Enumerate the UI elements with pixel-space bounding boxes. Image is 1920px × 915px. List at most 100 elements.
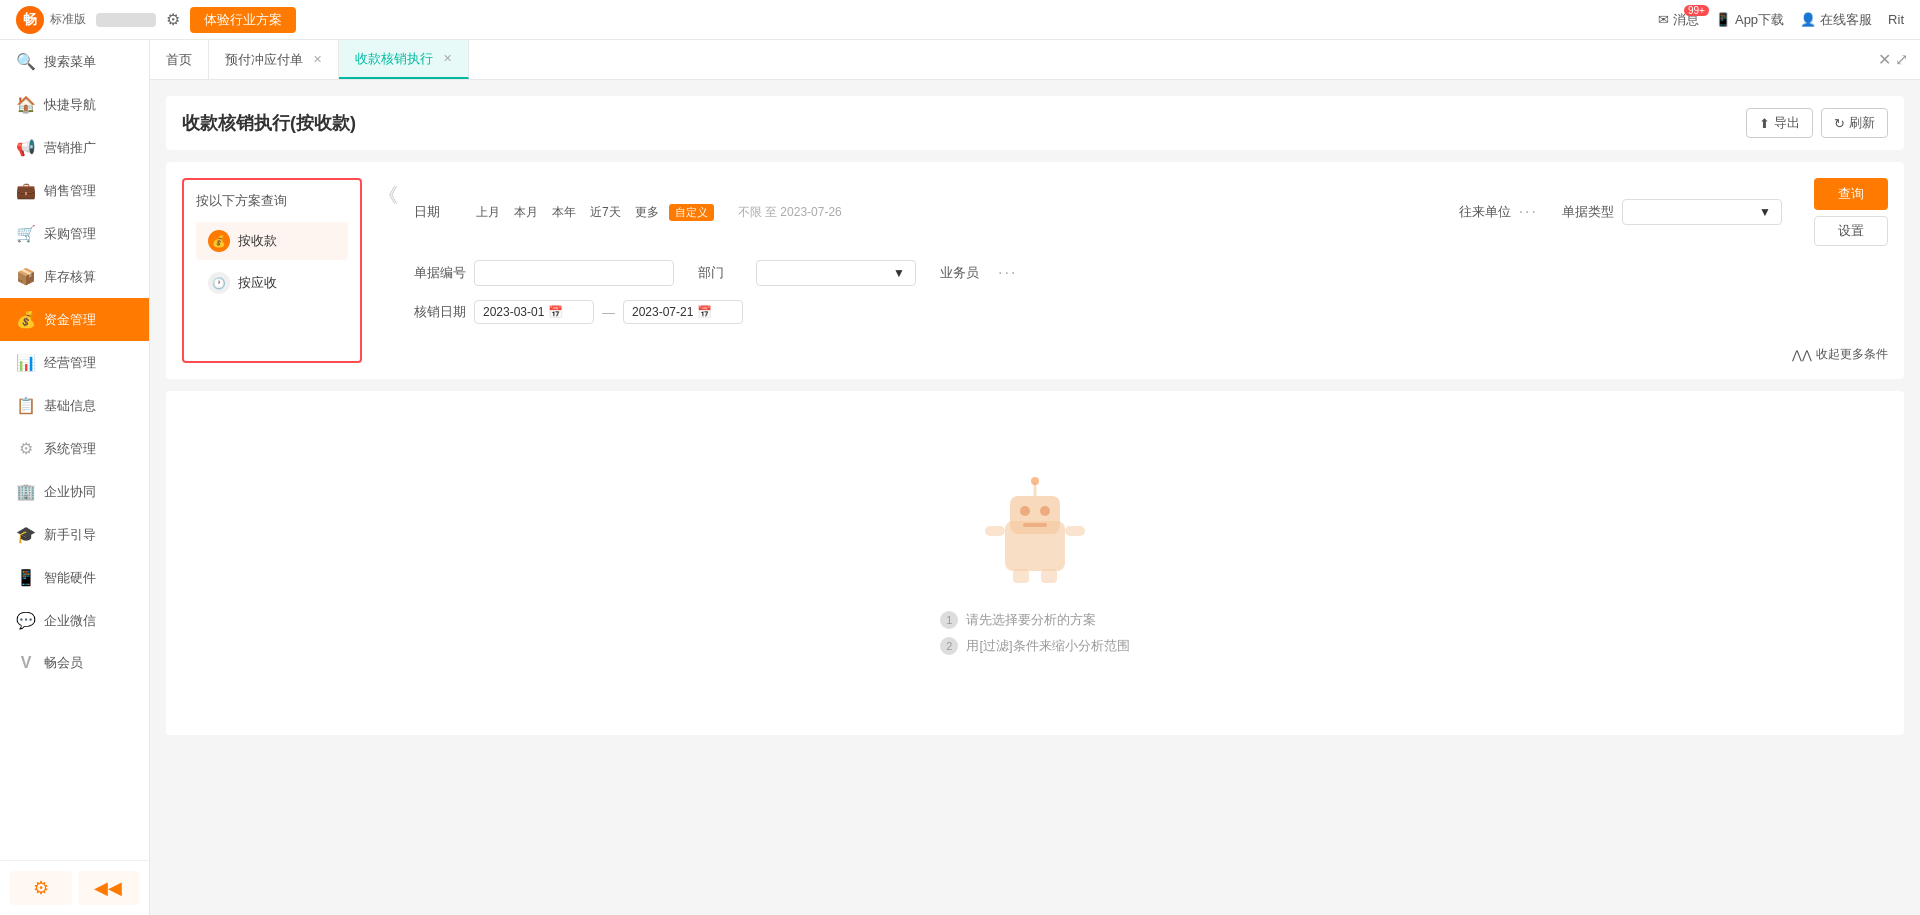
logo-icon: 畅 <box>16 6 44 34</box>
industry-solution-button[interactable]: 体验行业方案 <box>190 7 296 33</box>
online-service-icon: 👤 <box>1800 12 1816 27</box>
wechat-icon: 💬 <box>16 611 36 630</box>
sidebar-item-basic[interactable]: 📋 基础信息 <box>0 384 149 427</box>
settings-bottom-button[interactable]: ⚙ <box>10 871 72 905</box>
calendar-end-icon: 📅 <box>697 305 712 319</box>
date-no-limit-text: 不限 至 2023-07-26 <box>738 204 842 221</box>
online-service-label: 在线客服 <box>1820 11 1872 29</box>
filter-verify-date: 核销日期 2023-03-01 📅 — 2023-07-21 📅 <box>414 300 743 324</box>
message-button[interactable]: ✉ 消息 99+ <box>1658 11 1699 29</box>
sidebar-item-label: 资金管理 <box>44 311 96 329</box>
svg-point-3 <box>1040 506 1050 516</box>
sidebar-item-operation[interactable]: 📊 经营管理 <box>0 341 149 384</box>
filter-row-3: 核销日期 2023-03-01 📅 — 2023-07-21 📅 <box>414 300 1888 324</box>
refresh-icon: ↻ <box>1834 116 1845 131</box>
tab-receipt-close[interactable]: ✕ <box>443 52 452 65</box>
dept-select[interactable]: ▼ <box>756 260 916 286</box>
sidebar-item-label: 快捷导航 <box>44 96 96 114</box>
filter-row-2: 单据编号 部门 ▼ 业务员 ··· <box>414 260 1888 286</box>
expand-button[interactable]: ⤢ <box>1895 50 1908 69</box>
receivable-option-label: 按应收 <box>238 274 277 292</box>
doc-number-label: 单据编号 <box>414 264 466 282</box>
query-button[interactable]: 查询 <box>1814 178 1888 210</box>
svg-rect-1 <box>1010 496 1060 534</box>
close-tab-button[interactable]: ✕ <box>1878 50 1891 69</box>
sidebar-item-quicknav[interactable]: 🏠 快捷导航 <box>0 83 149 126</box>
empty-robot-icon <box>975 471 1095 591</box>
hardware-icon: 📱 <box>16 568 36 587</box>
svg-point-2 <box>1020 506 1030 516</box>
sidebar-item-inventory[interactable]: 📦 库存核算 <box>0 255 149 298</box>
collapse-sidebar-button[interactable]: ◀◀ <box>78 871 140 905</box>
date-btn-this-month[interactable]: 本月 <box>510 202 542 223</box>
salesperson-label: 业务员 <box>940 264 990 282</box>
top-bar: 畅 标准版 ⚙ 体验行业方案 ✉ 消息 99+ 📱 App下载 👤 在线客服 R… <box>0 0 1920 40</box>
date-btn-this-year[interactable]: 本年 <box>548 202 580 223</box>
verify-date-start-input[interactable]: 2023-03-01 📅 <box>474 300 594 324</box>
tab-actions: ✕ ⤢ <box>1866 50 1920 69</box>
counterpart-input[interactable]: ··· <box>1519 203 1538 221</box>
marketing-icon: 📢 <box>16 138 36 157</box>
collapse-panel-button[interactable]: 《 <box>378 182 398 209</box>
svg-rect-5 <box>985 526 1005 536</box>
sidebar-item-search[interactable]: 🔍 搜索菜单 <box>0 40 149 83</box>
filter-no-limit: 不限 至 2023-07-26 <box>738 204 842 221</box>
dept-label: 部门 <box>698 264 748 282</box>
app-download-label: App下载 <box>1735 11 1784 29</box>
top-bar-right: ✉ 消息 99+ 📱 App下载 👤 在线客服 Rit <box>1658 11 1904 29</box>
page-header: 收款核销执行(按收款) ⬆ 导出 ↻ 刷新 <box>166 96 1904 150</box>
sidebar-item-corp[interactable]: 🏢 企业协同 <box>0 470 149 513</box>
empty-hint-2: 2 用[过滤]条件来缩小分析范围 <box>940 637 1129 655</box>
verify-date-end-value: 2023-07-21 <box>632 305 693 319</box>
sidebar-item-label: 系统管理 <box>44 440 96 458</box>
query-scheme-sidebar: 按以下方案查询 💰 按收款 🕐 按应收 <box>182 178 362 363</box>
verify-date-label: 核销日期 <box>414 303 466 321</box>
tab-receipt[interactable]: 收款核销执行 ✕ <box>339 40 469 79</box>
sidebar-item-hardware[interactable]: 📱 智能硬件 <box>0 556 149 599</box>
gear-button[interactable]: ⚙ <box>166 10 180 29</box>
online-service-button[interactable]: 👤 在线客服 <box>1800 11 1872 29</box>
sidebar-item-label: 营销推广 <box>44 139 96 157</box>
sidebar-item-system[interactable]: ⚙ 系统管理 <box>0 427 149 470</box>
export-button[interactable]: ⬆ 导出 <box>1746 108 1813 138</box>
app-logo: 畅 标准版 <box>16 6 86 34</box>
sidebar-item-label: 搜索菜单 <box>44 53 96 71</box>
sidebar-item-wechat[interactable]: 💬 企业微信 <box>0 599 149 642</box>
sidebar-item-label: 基础信息 <box>44 397 96 415</box>
date-custom-badge[interactable]: 自定义 <box>669 204 714 221</box>
tab-prepay-close[interactable]: ✕ <box>313 53 322 66</box>
verify-date-end-input[interactable]: 2023-07-21 📅 <box>623 300 743 324</box>
receipt-option-icon: 💰 <box>208 230 230 252</box>
query-option-by-receipt[interactable]: 💰 按收款 <box>196 222 348 260</box>
svg-rect-4 <box>1023 523 1047 527</box>
sidebar-item-finance[interactable]: 💰 资金管理 <box>0 298 149 341</box>
svg-rect-6 <box>1065 526 1085 536</box>
sidebar-item-member[interactable]: V 畅会员 <box>0 642 149 684</box>
query-panel: 按以下方案查询 💰 按收款 🕐 按应收 《 <box>166 162 1904 379</box>
query-action-btns: 查询 设置 <box>1814 178 1888 246</box>
setting-button[interactable]: 设置 <box>1814 216 1888 246</box>
sidebar-item-guide[interactable]: 🎓 新手引导 <box>0 513 149 556</box>
sidebar-item-purchase[interactable]: 🛒 采购管理 <box>0 212 149 255</box>
top-bar-left: 畅 标准版 ⚙ 体验行业方案 <box>16 6 296 34</box>
tab-bar: 首页 预付冲应付单 ✕ 收款核销执行 ✕ ✕ ⤢ <box>150 40 1920 80</box>
date-btn-more[interactable]: 更多 <box>631 202 663 223</box>
salesperson-input[interactable]: ··· <box>998 264 1017 282</box>
doc-type-select[interactable]: ▼ <box>1622 199 1782 225</box>
app-download-icon: 📱 <box>1715 12 1731 27</box>
date-btn-7days[interactable]: 近7天 <box>586 202 625 223</box>
sidebar-item-label: 库存核算 <box>44 268 96 286</box>
refresh-button[interactable]: ↻ 刷新 <box>1821 108 1888 138</box>
system-icon: ⚙ <box>16 439 36 458</box>
tab-home[interactable]: 首页 <box>150 40 209 79</box>
app-download-button[interactable]: 📱 App下载 <box>1715 11 1784 29</box>
query-option-by-receivable[interactable]: 🕐 按应收 <box>196 264 348 302</box>
sidebar-item-sales[interactable]: 💼 销售管理 <box>0 169 149 212</box>
tab-prepay[interactable]: 预付冲应付单 ✕ <box>209 40 339 79</box>
logo-subtext: 标准版 <box>50 11 86 28</box>
date-btn-last-month[interactable]: 上月 <box>472 202 504 223</box>
collapse-more-button[interactable]: ⋀⋀ 收起更多条件 <box>1792 346 1888 363</box>
sidebar-item-marketing[interactable]: 📢 营销推广 <box>0 126 149 169</box>
filter-row-1: 日期 上月 本月 本年 近7天 更多 自定义 不限 至 2023-0 <box>414 178 1888 246</box>
doc-number-input[interactable] <box>474 260 674 286</box>
